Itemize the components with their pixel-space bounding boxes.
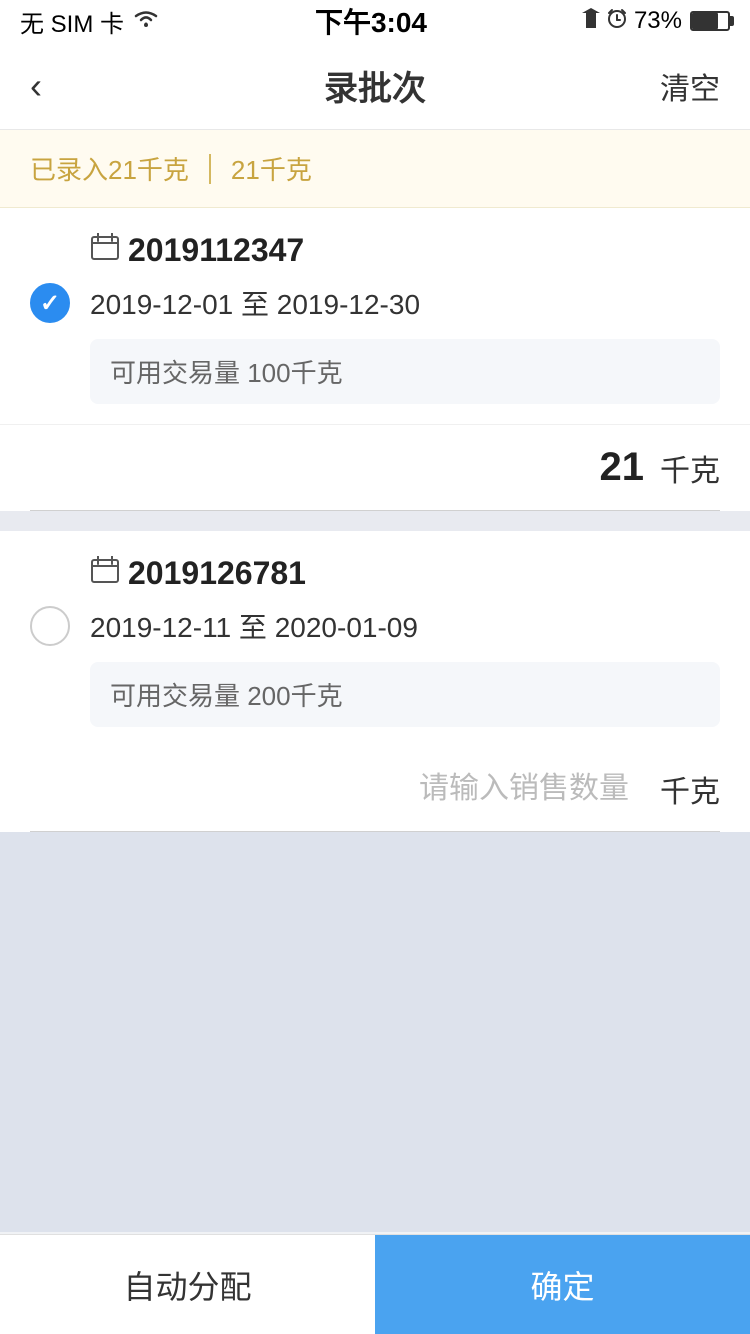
batch-1-amount-unit: 千克 — [660, 446, 720, 490]
batch-2-id: 2019126781 — [128, 555, 306, 592]
batch-2-date-row: 2019-12-11 至 2020-01-09 — [30, 606, 720, 646]
batch-1-icon — [90, 233, 120, 269]
battery-icon — [690, 11, 730, 31]
batch-2-input-row: 千克 — [0, 747, 750, 831]
confirm-button[interactable]: 确定 — [375, 1235, 750, 1334]
auto-distribute-button[interactable]: 自动分配 — [0, 1235, 375, 1334]
batch-2-icon — [90, 556, 120, 592]
batch-1-amount-row: 21 千克 — [0, 424, 750, 510]
batch-1-date-row: 2019-12-01 至 2019-12-30 — [30, 283, 720, 323]
status-bar: 无 SIM 卡 下午3:04 73% — [0, 0, 750, 42]
clear-button[interactable]: 清空 — [660, 64, 720, 108]
page-title: 录批次 — [324, 61, 426, 110]
confirm-label: 确定 — [530, 1262, 594, 1308]
batch-1-date: 2019-12-01 至 2019-12-30 — [90, 283, 420, 323]
back-button[interactable]: ‹ — [30, 65, 90, 107]
batch-2-date: 2019-12-11 至 2020-01-09 — [90, 606, 418, 646]
battery-percent: 73% — [634, 7, 682, 35]
alarm-icon — [606, 7, 628, 36]
batch-1-id-row: 2019112347 — [90, 232, 720, 269]
status-left: 无 SIM 卡 — [20, 4, 160, 39]
batch-1-avail: 可用交易量 100千克 — [90, 339, 720, 404]
bottom-bar: 自动分配 确定 — [0, 1234, 750, 1334]
sim-label: 无 SIM 卡 — [20, 4, 124, 39]
nav-bar: ‹ 录批次 清空 — [0, 42, 750, 130]
gray-filler — [0, 832, 750, 1232]
total-amount: 21千克 — [231, 150, 312, 187]
status-right: 73% — [582, 7, 730, 36]
batch-2-radio[interactable] — [30, 606, 70, 646]
batch-2-unit: 千克 — [660, 767, 720, 811]
batch-2-id-row: 2019126781 — [90, 555, 720, 592]
batch-card-1: 2019112347 2019-12-01 至 2019-12-30 可用交易量… — [0, 208, 750, 511]
batch-1-radio[interactable] — [30, 283, 70, 323]
wifi-icon — [132, 7, 160, 35]
status-time: 下午3:04 — [315, 1, 427, 41]
batch-1-amount-value: 21 — [600, 445, 645, 490]
content-area: 2019112347 2019-12-01 至 2019-12-30 可用交易量… — [0, 208, 750, 1232]
recorded-amount: 已录入21千克 — [30, 150, 189, 187]
info-divider — [209, 154, 211, 184]
section-separator — [0, 511, 750, 531]
batch-2-avail: 可用交易量 200千克 — [90, 662, 720, 727]
batch-card-1-inner: 2019112347 2019-12-01 至 2019-12-30 可用交易量… — [0, 208, 750, 424]
batch-card-2-inner: 2019126781 2019-12-11 至 2020-01-09 可用交易量… — [0, 531, 750, 747]
info-banner: 已录入21千克 21千克 — [0, 130, 750, 208]
batch-card-2: 2019126781 2019-12-11 至 2020-01-09 可用交易量… — [0, 531, 750, 832]
batch-1-id: 2019112347 — [128, 232, 304, 269]
location-icon — [582, 7, 600, 35]
batch-2-quantity-input[interactable] — [30, 772, 644, 806]
auto-distribute-label: 自动分配 — [123, 1262, 251, 1308]
